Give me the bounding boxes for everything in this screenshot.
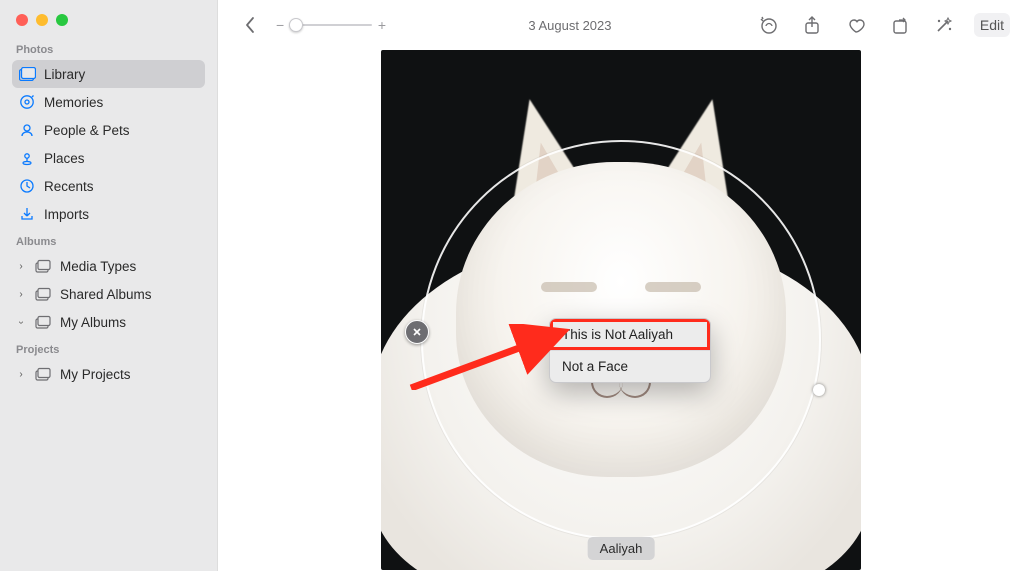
sidebar-item-library[interactable]: Library — [12, 60, 205, 88]
back-button[interactable] — [236, 11, 264, 39]
imports-icon — [18, 205, 36, 223]
sidebar-item-imports[interactable]: Imports — [12, 200, 205, 228]
stack-icon — [34, 285, 52, 303]
remove-face-button[interactable] — [405, 320, 429, 344]
sidebar-item-recents[interactable]: Recents — [12, 172, 205, 200]
auto-enhance-button[interactable] — [930, 11, 958, 39]
main-content: − + 3 August 2023 E — [218, 0, 1024, 571]
edit-button[interactable]: Edit — [974, 13, 1010, 37]
photo[interactable]: Aaliyah This is Not Aaliyah Not a Face — [381, 50, 861, 570]
sidebar-item-label: Recents — [44, 179, 94, 194]
people-pets-icon — [18, 121, 36, 139]
sidebar-item-shared-albums[interactable]: › Shared Albums — [12, 280, 205, 308]
stack-icon — [34, 257, 52, 275]
sidebar: Photos Library Memories People & Pets Pl… — [0, 0, 218, 571]
sidebar-item-label: Memories — [44, 95, 103, 110]
zoom-window-button[interactable] — [56, 14, 68, 26]
sidebar-item-label: Media Types — [60, 259, 136, 274]
photo-date-label: 3 August 2023 — [394, 18, 746, 33]
photo-library-icon — [18, 65, 36, 83]
close-window-button[interactable] — [16, 14, 28, 26]
face-context-menu: This is Not Aaliyah Not a Face — [549, 318, 711, 383]
sidebar-section-photos: Photos — [16, 44, 201, 56]
chevron-down-icon: › — [16, 317, 27, 327]
recents-icon — [18, 177, 36, 195]
zoom-in-icon: + — [378, 17, 386, 33]
minimize-window-button[interactable] — [36, 14, 48, 26]
sidebar-section-albums: Albums — [16, 236, 201, 248]
share-button[interactable] — [798, 11, 826, 39]
sidebar-item-label: People & Pets — [44, 123, 130, 138]
chevron-right-icon: › — [16, 369, 26, 380]
photo-viewer: Aaliyah This is Not Aaliyah Not a Face — [218, 50, 1024, 571]
toolbar: − + 3 August 2023 E — [218, 0, 1024, 50]
sidebar-item-people-pets[interactable]: People & Pets — [12, 116, 205, 144]
zoom-thumb[interactable] — [289, 18, 303, 32]
face-name-tag[interactable]: Aaliyah — [588, 537, 655, 560]
zoom-slider[interactable]: − + — [276, 15, 386, 35]
chevron-right-icon: › — [16, 261, 26, 272]
sidebar-item-label: Places — [44, 151, 85, 166]
sidebar-item-my-albums[interactable]: › My Albums — [12, 308, 205, 336]
sidebar-item-memories[interactable]: Memories — [12, 88, 205, 116]
sidebar-item-places[interactable]: Places — [12, 144, 205, 172]
zoom-track[interactable] — [290, 24, 372, 26]
window-controls — [16, 14, 205, 26]
sidebar-item-label: Imports — [44, 207, 89, 222]
favorite-button[interactable] — [842, 11, 870, 39]
sidebar-item-label: My Projects — [60, 367, 131, 382]
menu-item-not-a-face[interactable]: Not a Face — [550, 350, 710, 382]
chevron-right-icon: › — [16, 289, 26, 300]
sidebar-item-label: Shared Albums — [60, 287, 152, 302]
sidebar-item-my-projects[interactable]: › My Projects — [12, 360, 205, 388]
places-icon — [18, 149, 36, 167]
memories-icon — [18, 93, 36, 111]
stack-icon — [34, 313, 52, 331]
zoom-out-icon: − — [276, 17, 284, 33]
pet-tag-button[interactable] — [754, 11, 782, 39]
sidebar-item-media-types[interactable]: › Media Types — [12, 252, 205, 280]
face-resize-handle[interactable] — [813, 384, 825, 396]
menu-item-not-this-person[interactable]: This is Not Aaliyah — [550, 319, 710, 350]
sidebar-item-label: My Albums — [60, 315, 126, 330]
sidebar-section-projects: Projects — [16, 344, 201, 356]
sidebar-item-label: Library — [44, 67, 85, 82]
stack-icon — [34, 365, 52, 383]
rotate-button[interactable] — [886, 11, 914, 39]
